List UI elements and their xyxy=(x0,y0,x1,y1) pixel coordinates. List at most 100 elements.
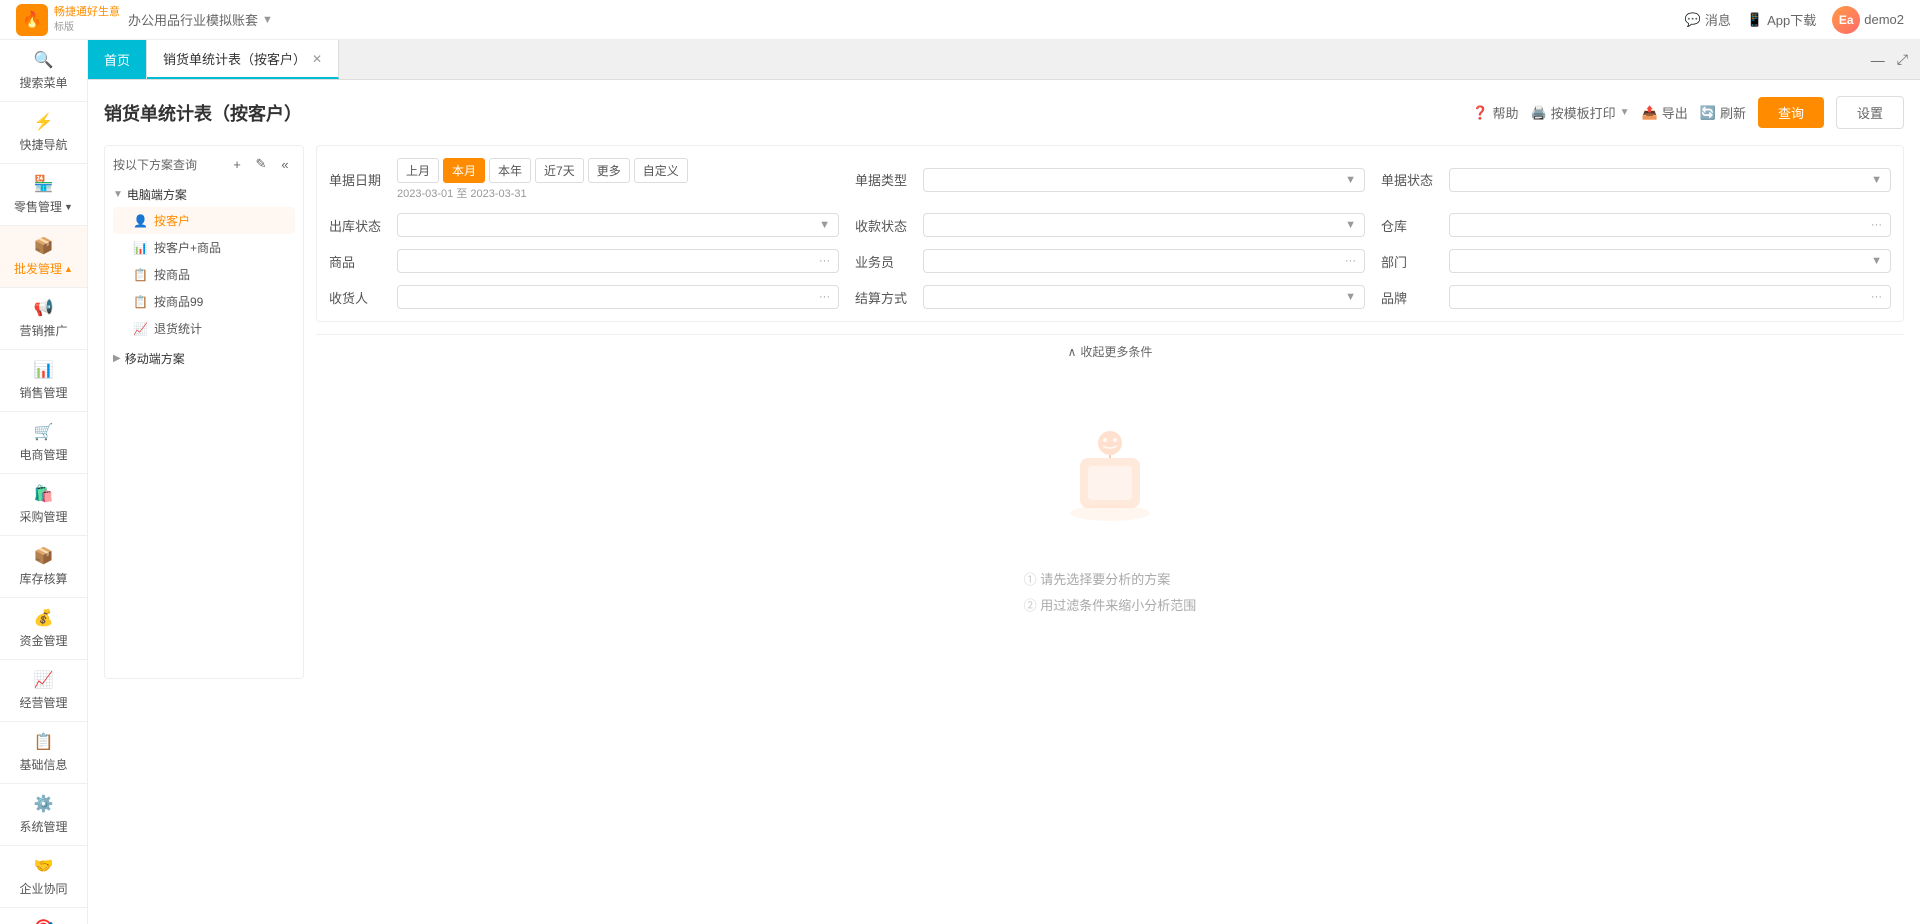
date-btn-7days[interactable]: 近7天 xyxy=(535,158,584,183)
goods-label: 按商品 xyxy=(154,266,190,283)
scheme-group-desktop-header[interactable]: ▼ 电脑端方案 xyxy=(113,182,295,207)
message-label: 消息 xyxy=(1705,10,1731,29)
doc-type-arrow-icon: ▼ xyxy=(1345,174,1356,186)
sidebar-operations-label: 经营管理 xyxy=(19,694,67,711)
message-button[interactable]: 💬 消息 xyxy=(1685,10,1731,29)
empty-illustration xyxy=(1050,428,1170,547)
app-download-button[interactable]: 📱 App下载 xyxy=(1747,10,1816,29)
date-btn-last-month[interactable]: 上月 xyxy=(397,158,439,183)
content-area: 首页 销货单统计表（按客户） ✕ — ⤢ 销货单统计表（按客户） ❓ 帮助 xyxy=(88,40,1920,924)
print-button[interactable]: 🖨️ 按模板打印 ▼ xyxy=(1530,103,1629,122)
scheme-item-returns[interactable]: 📈 退货统计 xyxy=(113,315,295,342)
message-icon: 💬 xyxy=(1685,12,1701,28)
user-menu[interactable]: Ea demo2 xyxy=(1832,6,1904,34)
tab-close-button[interactable]: ✕ xyxy=(312,52,322,66)
doc-type-input[interactable]: ▼ xyxy=(923,168,1365,192)
main-layout: 🔍 搜索菜单 ⚡ 快捷导航 🏪 零售管理 ▼ 📦 批发管理 ▲ 📢 营销推广 xyxy=(0,40,1920,924)
scheme-item-by-goods[interactable]: 📋 按商品 xyxy=(113,261,295,288)
settings-button[interactable]: 设置 xyxy=(1836,96,1904,129)
search-icon: 🔍 xyxy=(34,50,54,70)
app-download-icon: 📱 xyxy=(1747,12,1763,28)
warehouse-input[interactable]: ··· xyxy=(1449,213,1891,237)
sidebar-item-newbie[interactable]: 🎯 新手引导 xyxy=(0,908,87,924)
help-button[interactable]: ❓ 帮助 xyxy=(1472,103,1518,122)
sidebar-item-inventory[interactable]: 📦 库存核算 xyxy=(0,536,87,598)
tab-bar: 首页 销货单统计表（按客户） ✕ — ⤢ xyxy=(88,40,1920,80)
tab-current[interactable]: 销货单统计表（按客户） ✕ xyxy=(147,40,339,79)
query-button[interactable]: 查询 xyxy=(1758,97,1824,128)
scheme-panel-header: 按以下方案查询 + ✎ « xyxy=(113,154,295,174)
sidebar-purchase-label: 采购管理 xyxy=(19,508,67,525)
top-header: 🔥 畅捷通好生意标版 办公用品行业模拟账套 ▼ 💬 消息 📱 App下载 Ea … xyxy=(0,0,1920,40)
empty-state: 请先选择要分析的方案 用过滤条件来缩小分析范围 xyxy=(316,368,1904,679)
collapse-bar[interactable]: ∧ 收起更多条件 xyxy=(316,334,1904,368)
scheme-item-by-customer-goods[interactable]: 📊 按客户+商品 xyxy=(113,234,295,261)
sidebar-item-sales[interactable]: 📊 销售管理 xyxy=(0,350,87,412)
brand-input[interactable]: ··· xyxy=(1449,285,1891,309)
scheme-group-desktop: ▼ 电脑端方案 👤 按客户 📊 按客户+商品 📋 xyxy=(113,182,295,342)
goods-input[interactable]: ··· xyxy=(397,249,839,273)
consignee-input[interactable]: ··· xyxy=(397,285,839,309)
scheme-add-button[interactable]: + xyxy=(227,154,247,174)
sidebar-item-system[interactable]: ⚙️ 系统管理 xyxy=(0,784,87,846)
sidebar-item-quick-nav[interactable]: ⚡ 快捷导航 xyxy=(0,102,87,164)
customer-goods-icon: 📊 xyxy=(133,241,148,255)
newbie-icon: 🎯 xyxy=(34,918,54,924)
sidebar-item-wholesale[interactable]: 📦 批发管理 ▲ xyxy=(0,226,87,288)
sidebar: 🔍 搜索菜单 ⚡ 快捷导航 🏪 零售管理 ▼ 📦 批发管理 ▲ 📢 营销推广 xyxy=(0,40,88,924)
page-title: 销货单统计表（按客户） xyxy=(104,100,302,126)
sidebar-item-collab[interactable]: 🤝 企业协同 xyxy=(0,846,87,908)
settlement-input[interactable]: ▼ xyxy=(923,285,1365,309)
stock-out-arrow-icon: ▼ xyxy=(819,219,830,231)
tab-expand-button[interactable]: ⤢ xyxy=(1893,49,1912,70)
export-label: 导出 xyxy=(1662,103,1688,122)
sidebar-item-basic-info[interactable]: 📋 基础信息 xyxy=(0,722,87,784)
scheme-edit-button[interactable]: ✎ xyxy=(251,154,271,174)
filter-row-doc-type: 单据类型 ▼ xyxy=(855,158,1365,201)
date-btn-this-month[interactable]: 本月 xyxy=(443,158,485,183)
help-icon: ❓ xyxy=(1472,105,1488,121)
header-dropdown-arrow: ▼ xyxy=(262,14,273,26)
department-label: 部门 xyxy=(1381,252,1441,271)
scheme-collapse-button[interactable]: « xyxy=(275,154,295,174)
scheme-group-mobile: ▶ 移动端方案 xyxy=(113,346,295,371)
sidebar-item-ecommerce[interactable]: 🛒 电商管理 xyxy=(0,412,87,474)
sidebar-wholesale-label: 批发管理 xyxy=(14,260,62,277)
tab-controls: — ⤢ xyxy=(1859,40,1920,79)
department-input[interactable]: ▼ xyxy=(1449,249,1891,273)
sidebar-search-label: 搜索菜单 xyxy=(19,74,67,91)
username-label: demo2 xyxy=(1864,12,1904,27)
tab-minimize-button[interactable]: — xyxy=(1867,50,1889,70)
tab-home[interactable]: 首页 xyxy=(88,40,147,79)
scheme-group-mobile-header[interactable]: ▶ 移动端方案 xyxy=(113,346,295,371)
doc-status-label: 单据状态 xyxy=(1381,170,1441,189)
marketing-icon: 📢 xyxy=(34,298,54,318)
refresh-button[interactable]: 🔄 刷新 xyxy=(1700,103,1746,122)
scheme-item-by-goods99[interactable]: 📋 按商品99 xyxy=(113,288,295,315)
export-button[interactable]: 📤 导出 xyxy=(1642,103,1688,122)
receipt-input[interactable]: ▼ xyxy=(923,213,1365,237)
logo-text: 畅捷通好生意标版 xyxy=(54,5,120,34)
date-btn-more[interactable]: 更多 xyxy=(588,158,630,183)
sidebar-item-retail[interactable]: 🏪 零售管理 ▼ xyxy=(0,164,87,226)
sidebar-collab-label: 企业协同 xyxy=(19,880,67,897)
date-btn-this-year[interactable]: 本年 xyxy=(489,158,531,183)
scheme-item-by-customer[interactable]: 👤 按客户 xyxy=(113,207,295,234)
refresh-icon: 🔄 xyxy=(1700,105,1716,121)
sidebar-item-marketing[interactable]: 📢 营销推广 xyxy=(0,288,87,350)
filter-row-receipt: 收款状态 ▼ xyxy=(855,213,1365,237)
salesperson-input[interactable]: ··· xyxy=(923,249,1365,273)
empty-hint-1: 请先选择要分析的方案 xyxy=(1024,567,1197,593)
stock-out-label: 出库状态 xyxy=(329,216,389,235)
date-btn-custom[interactable]: 自定义 xyxy=(634,158,688,183)
date-buttons-group: 上月 本月 本年 近7天 更多 自定义 xyxy=(397,158,839,183)
inventory-icon: 📦 xyxy=(34,546,54,566)
stock-out-input[interactable]: ▼ xyxy=(397,213,839,237)
sidebar-item-purchase[interactable]: 🛍️ 采购管理 xyxy=(0,474,87,536)
sidebar-item-finance[interactable]: 💰 资金管理 xyxy=(0,598,87,660)
collapse-label: 收起更多条件 xyxy=(1080,343,1152,360)
sidebar-item-search[interactable]: 🔍 搜索菜单 xyxy=(0,40,87,102)
sidebar-item-operations[interactable]: 📈 经营管理 xyxy=(0,660,87,722)
customer-scheme-icon: 👤 xyxy=(133,214,148,228)
doc-status-input[interactable]: ▼ xyxy=(1449,168,1891,192)
